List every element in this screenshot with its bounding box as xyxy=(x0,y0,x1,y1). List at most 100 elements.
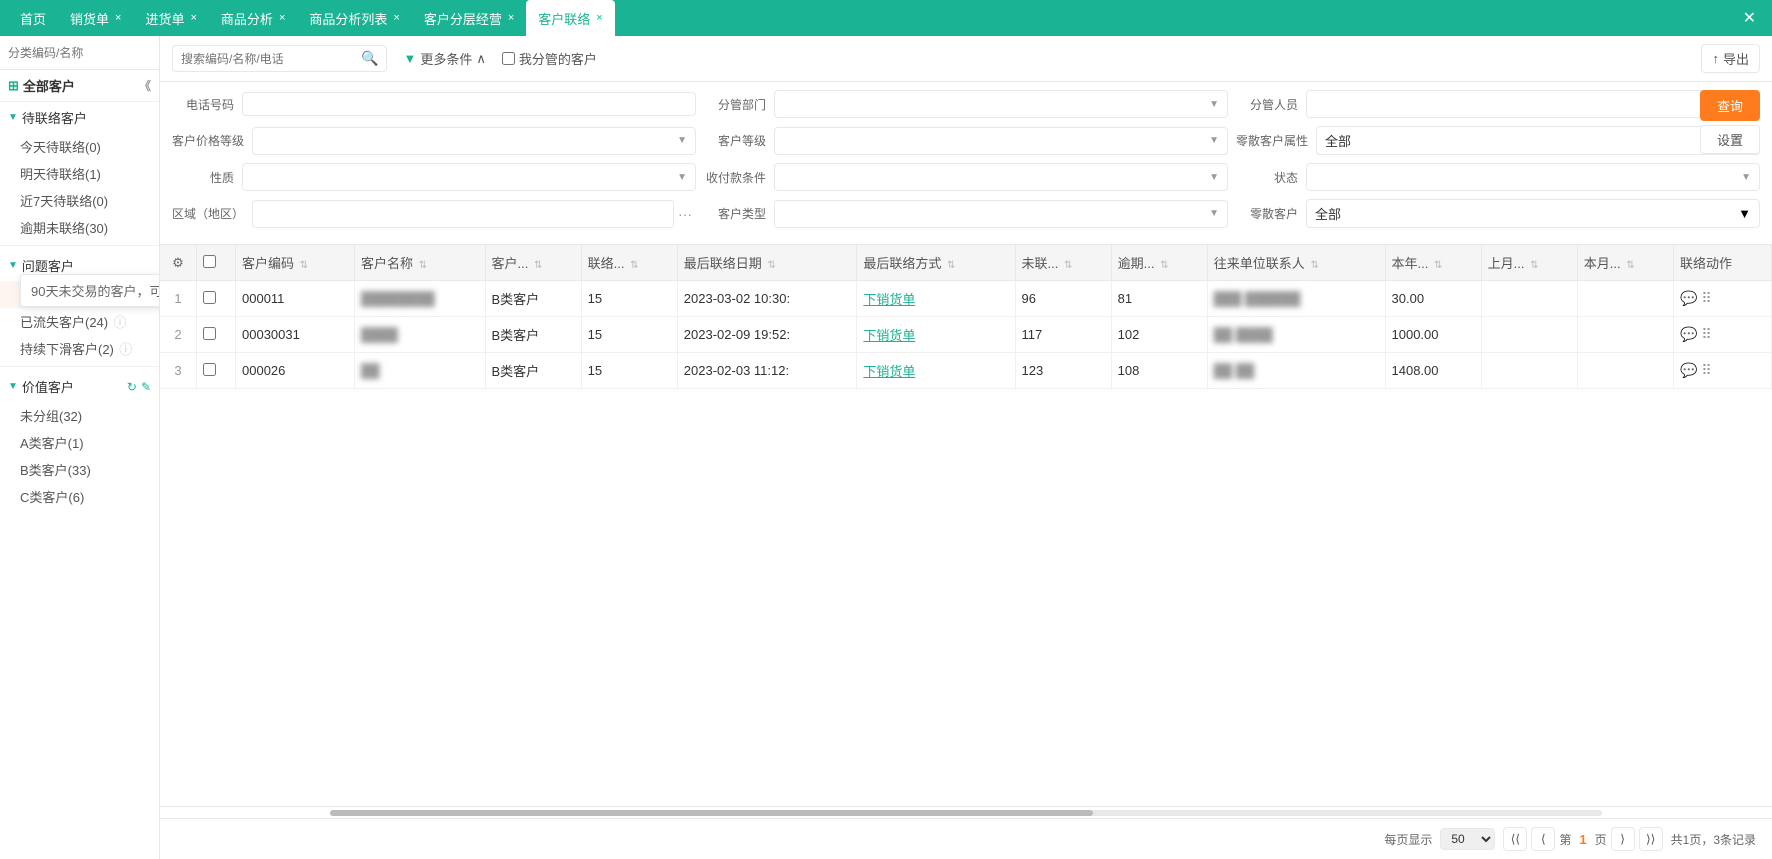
sort-lastmonth-icon[interactable]: ⇅ xyxy=(1530,260,1538,271)
home-tab[interactable]: 首页 xyxy=(8,9,58,28)
close-productanalysis-icon[interactable]: × xyxy=(279,12,285,24)
filter-customertype-select[interactable]: ▼ xyxy=(774,200,1228,228)
row-2-more-icon[interactable]: ⠿ xyxy=(1701,326,1711,343)
filter-more-btn[interactable]: ▼ 更多条件 ∧ xyxy=(395,45,493,72)
row-1-more-icon[interactable]: ⠿ xyxy=(1701,290,1711,307)
tab-productanalysislist[interactable]: 商品分析列表 × xyxy=(297,0,411,36)
filter-nature-select[interactable]: ▼ xyxy=(242,163,696,191)
sidebar-item-today-contact[interactable]: 今天待联络(0) xyxy=(0,133,159,160)
close-purchaseorder-icon[interactable]: × xyxy=(190,12,196,24)
filter-dept-select[interactable]: ▼ xyxy=(774,90,1228,118)
refresh-icon[interactable]: ↻ xyxy=(127,380,137,394)
sidebar-item-churned[interactable]: 已流失客户(24) ⓘ xyxy=(0,308,159,335)
sidebar-group-waiting[interactable]: ▼ 待联络客户 xyxy=(0,102,159,133)
sidebar-item-a-class[interactable]: A类客户(1) xyxy=(0,429,159,456)
sort-contact-icon[interactable]: ⇅ xyxy=(630,260,638,271)
row-2-lastmethod-link[interactable]: 下销货单 xyxy=(863,328,915,343)
row-3-lastmethod-link[interactable]: 下销货单 xyxy=(863,364,915,379)
close-customerlayer-icon[interactable]: × xyxy=(508,12,514,24)
status-chevron-icon: ▼ xyxy=(1741,172,1751,183)
th-gear[interactable]: ⚙ xyxy=(160,245,196,281)
filter-pricelevel-select[interactable]: ▼ xyxy=(252,127,696,155)
filter-status-select[interactable]: ▼ xyxy=(1306,163,1760,191)
tab-customercontact-label: 客户联络 xyxy=(538,9,590,28)
row-3-chat-icon[interactable]: 💬 xyxy=(1680,362,1697,379)
prev-page-btn[interactable]: ⟨ xyxy=(1531,827,1555,851)
sidebar-search-input[interactable] xyxy=(8,46,160,60)
filter-scatterprop-select[interactable]: 全部 ▼ xyxy=(1316,126,1760,155)
horizontal-scrollbar[interactable] xyxy=(160,806,1772,818)
last-page-btn[interactable]: ⟩⟩ xyxy=(1639,827,1663,851)
scroll-thumb[interactable] xyxy=(330,810,1093,816)
sort-thisyear-icon[interactable]: ⇅ xyxy=(1434,260,1442,271)
filter-nature-label: 性质 xyxy=(172,169,242,186)
window-close-icon[interactable]: ✕ xyxy=(1735,8,1764,28)
sidebar-item-ungrouped[interactable]: 未分组(32) xyxy=(0,402,159,429)
per-page-select[interactable]: 50 100 200 xyxy=(1440,828,1495,850)
sidebar-group-problem[interactable]: ▼ 问题客户 90天未交易的客户，可能有流失风险。 xyxy=(0,250,159,281)
query-button[interactable]: 查询 xyxy=(1700,90,1760,121)
sort-name-icon[interactable]: ⇅ xyxy=(419,260,427,271)
sort-uncontacted-icon[interactable]: ⇅ xyxy=(1064,260,1072,271)
row-2-chat-icon[interactable]: 💬 xyxy=(1680,326,1697,343)
first-page-btn[interactable]: ⟨⟨ xyxy=(1503,827,1527,851)
row-1-select[interactable] xyxy=(203,291,216,304)
export-label: 导出 xyxy=(1723,49,1749,68)
sidebar-item-b-class[interactable]: B类客户(33) xyxy=(0,456,159,483)
my-customers-filter[interactable]: 我分管的客户 xyxy=(502,49,597,68)
tab-purchaseorder[interactable]: 进货单 × xyxy=(133,0,208,36)
close-customercontact-icon[interactable]: × xyxy=(596,12,602,24)
tab-customerlayer[interactable]: 客户分层经营 × xyxy=(412,0,526,36)
sidebar-all-customers[interactable]: ⊞ 全部客户 《 xyxy=(0,70,159,102)
select-all-checkbox[interactable] xyxy=(203,255,216,268)
scroll-track[interactable] xyxy=(330,810,1602,816)
row-3-more-icon[interactable]: ⠿ xyxy=(1701,362,1711,379)
sort-lastmethod-icon[interactable]: ⇅ xyxy=(947,260,955,271)
filter-phone-input[interactable] xyxy=(242,92,696,116)
row-1-lastmethod-link[interactable]: 下销货单 xyxy=(863,292,915,307)
sidebar-item-overdue-contact[interactable]: 逾期未联络(30) xyxy=(0,214,159,241)
sidebar-item-declining[interactable]: 持续下滑客户(2) ⓘ xyxy=(0,335,159,362)
sort-thismonth-icon[interactable]: ⇅ xyxy=(1626,260,1634,271)
filter-phone-label: 电话号码 xyxy=(172,96,242,113)
my-customers-checkbox[interactable] xyxy=(502,52,515,65)
filter-region-more-icon[interactable]: ··· xyxy=(674,202,696,226)
row-2-checkbox xyxy=(196,317,235,353)
search-submit-icon[interactable]: 🔍 xyxy=(361,50,378,67)
row-1-chat-icon[interactable]: 💬 xyxy=(1680,290,1697,307)
filter-toggle-icon: ∧ xyxy=(476,51,486,67)
sidebar-group-value[interactable]: ▼ 价值客户 ↻ ✎ xyxy=(0,371,159,402)
sort-overdue-icon[interactable]: ⇅ xyxy=(1160,260,1168,271)
row-3-num: 3 xyxy=(160,353,196,389)
tab-salesorder[interactable]: 销货单 × xyxy=(58,0,133,36)
tab-productanalysis[interactable]: 商品分析 × xyxy=(209,0,297,36)
sort-type-icon[interactable]: ⇅ xyxy=(534,260,542,271)
filter-region-select[interactable] xyxy=(252,200,674,228)
row-3-select[interactable] xyxy=(203,363,216,376)
sidebar-collapse-icon[interactable]: 《 xyxy=(139,77,151,94)
th-checkbox xyxy=(196,245,235,281)
settings-button[interactable]: 设置 xyxy=(1700,125,1760,154)
sort-lastdate-icon[interactable]: ⇅ xyxy=(767,260,775,271)
filter-field-dept: 分管部门 ▼ xyxy=(704,90,1228,118)
row-2-select[interactable] xyxy=(203,327,216,340)
search-input[interactable] xyxy=(181,52,361,66)
edit-icon[interactable]: ✎ xyxy=(141,380,151,394)
sidebar-item-c-class[interactable]: C类客户(6) xyxy=(0,483,159,510)
sort-code-icon[interactable]: ⇅ xyxy=(300,260,308,271)
next-page-btn[interactable]: ⟩ xyxy=(1611,827,1635,851)
filter-customerlevel-select[interactable]: ▼ xyxy=(774,127,1228,155)
filter-panel: 电话号码 分管部门 ▼ 分管人员 ··· xyxy=(160,82,1772,245)
tab-customercontact[interactable]: 客户联络 × xyxy=(526,0,614,36)
filter-payment-label: 收付款条件 xyxy=(704,169,774,186)
filter-payment-select[interactable]: ▼ xyxy=(774,163,1228,191)
filter-person-select[interactable] xyxy=(1306,90,1738,118)
funnel-icon: ▼ xyxy=(403,51,416,66)
close-productanalysislist-icon[interactable]: × xyxy=(393,12,399,24)
filter-scatter-select[interactable]: 全部 ▼ xyxy=(1306,199,1760,228)
sort-contactperson-icon[interactable]: ⇅ xyxy=(1310,260,1318,271)
export-button[interactable]: ↑ 导出 xyxy=(1701,44,1760,73)
close-salesorder-icon[interactable]: × xyxy=(115,12,121,24)
sidebar-item-tomorrow-contact[interactable]: 明天待联络(1) xyxy=(0,160,159,187)
sidebar-item-7day-contact[interactable]: 近7天待联络(0) xyxy=(0,187,159,214)
